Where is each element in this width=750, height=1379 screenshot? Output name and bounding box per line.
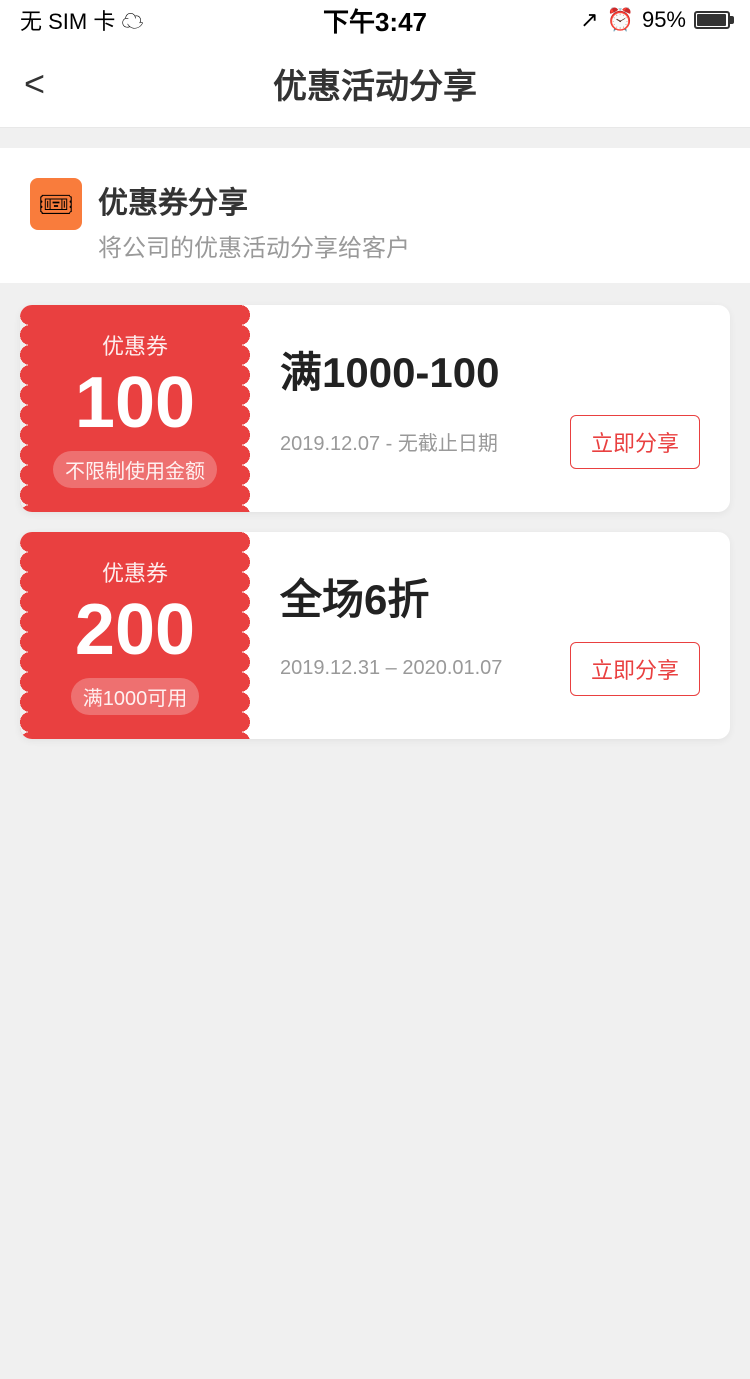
coupon-bottom-0: 2019.12.07 - 无截止日期 立即分享 <box>280 415 700 469</box>
coupon-right-0: 满1000-100 2019.12.07 - 无截止日期 立即分享 <box>250 305 730 512</box>
coupon-left-1: 优惠券 200 满1000可用 <box>20 532 250 739</box>
coupon-amount-0: 100 <box>75 367 195 439</box>
back-button[interactable]: < <box>24 66 45 102</box>
sim-label: 无 SIM 卡 ☁ <box>20 4 143 36</box>
status-right: ↗ ⏰ 95% <box>580 7 730 33</box>
coupon-card: 优惠券 100 不限制使用金额 满1000-100 2019.12.07 - 无… <box>20 305 730 512</box>
battery-label: 95% <box>642 7 686 33</box>
coupon-icon: 🎟 <box>38 188 74 221</box>
page-title: 优惠活动分享 <box>273 59 477 108</box>
coupon-card: 优惠券 200 满1000可用 全场6折 2019.12.31 – 2020.0… <box>20 532 730 739</box>
share-button-1[interactable]: 立即分享 <box>570 642 700 696</box>
empty-space <box>0 779 750 1379</box>
coupon-type-0: 优惠券 <box>102 329 168 361</box>
alarm-icon: ⏰ <box>607 7 634 33</box>
coupon-left-0: 优惠券 100 不限制使用金额 <box>20 305 250 512</box>
section-title: 优惠券分享 <box>98 178 410 222</box>
status-time: 下午3:47 <box>323 2 427 39</box>
coupon-list: 优惠券 100 不限制使用金额 满1000-100 2019.12.07 - 无… <box>0 285 750 759</box>
coupon-right-1: 全场6折 2019.12.31 – 2020.01.07 立即分享 <box>250 532 730 739</box>
location-icon: ↗ <box>580 7 598 33</box>
section-subtitle: 将公司的优惠活动分享给客户 <box>98 228 410 263</box>
share-button-0[interactable]: 立即分享 <box>570 415 700 469</box>
battery-icon <box>694 11 730 29</box>
coupon-condition-1: 满1000可用 <box>71 678 200 715</box>
coupon-bottom-1: 2019.12.31 – 2020.01.07 立即分享 <box>280 642 700 696</box>
coupon-condition-0: 不限制使用金额 <box>53 451 217 488</box>
status-left: 无 SIM 卡 ☁ <box>20 4 143 36</box>
coupon-date-0: 2019.12.07 - 无截止日期 <box>280 427 558 456</box>
section-text: 优惠券分享 将公司的优惠活动分享给客户 <box>98 178 410 263</box>
coupon-name-1: 全场6折 <box>280 575 700 625</box>
coupon-amount-1: 200 <box>75 594 195 666</box>
section-icon: 🎟 <box>30 178 82 230</box>
section-header: 🎟 优惠券分享 将公司的优惠活动分享给客户 <box>0 148 750 283</box>
content-area: 🎟 优惠券分享 将公司的优惠活动分享给客户 优惠券 100 不限制使用金额 满1… <box>0 128 750 779</box>
coupon-type-1: 优惠券 <box>102 556 168 588</box>
coupon-name-0: 满1000-100 <box>280 348 700 398</box>
coupon-date-1: 2019.12.31 – 2020.01.07 <box>280 657 558 680</box>
nav-bar: < 优惠活动分享 <box>0 40 750 128</box>
status-bar: 无 SIM 卡 ☁ 下午3:47 ↗ ⏰ 95% <box>0 0 750 40</box>
